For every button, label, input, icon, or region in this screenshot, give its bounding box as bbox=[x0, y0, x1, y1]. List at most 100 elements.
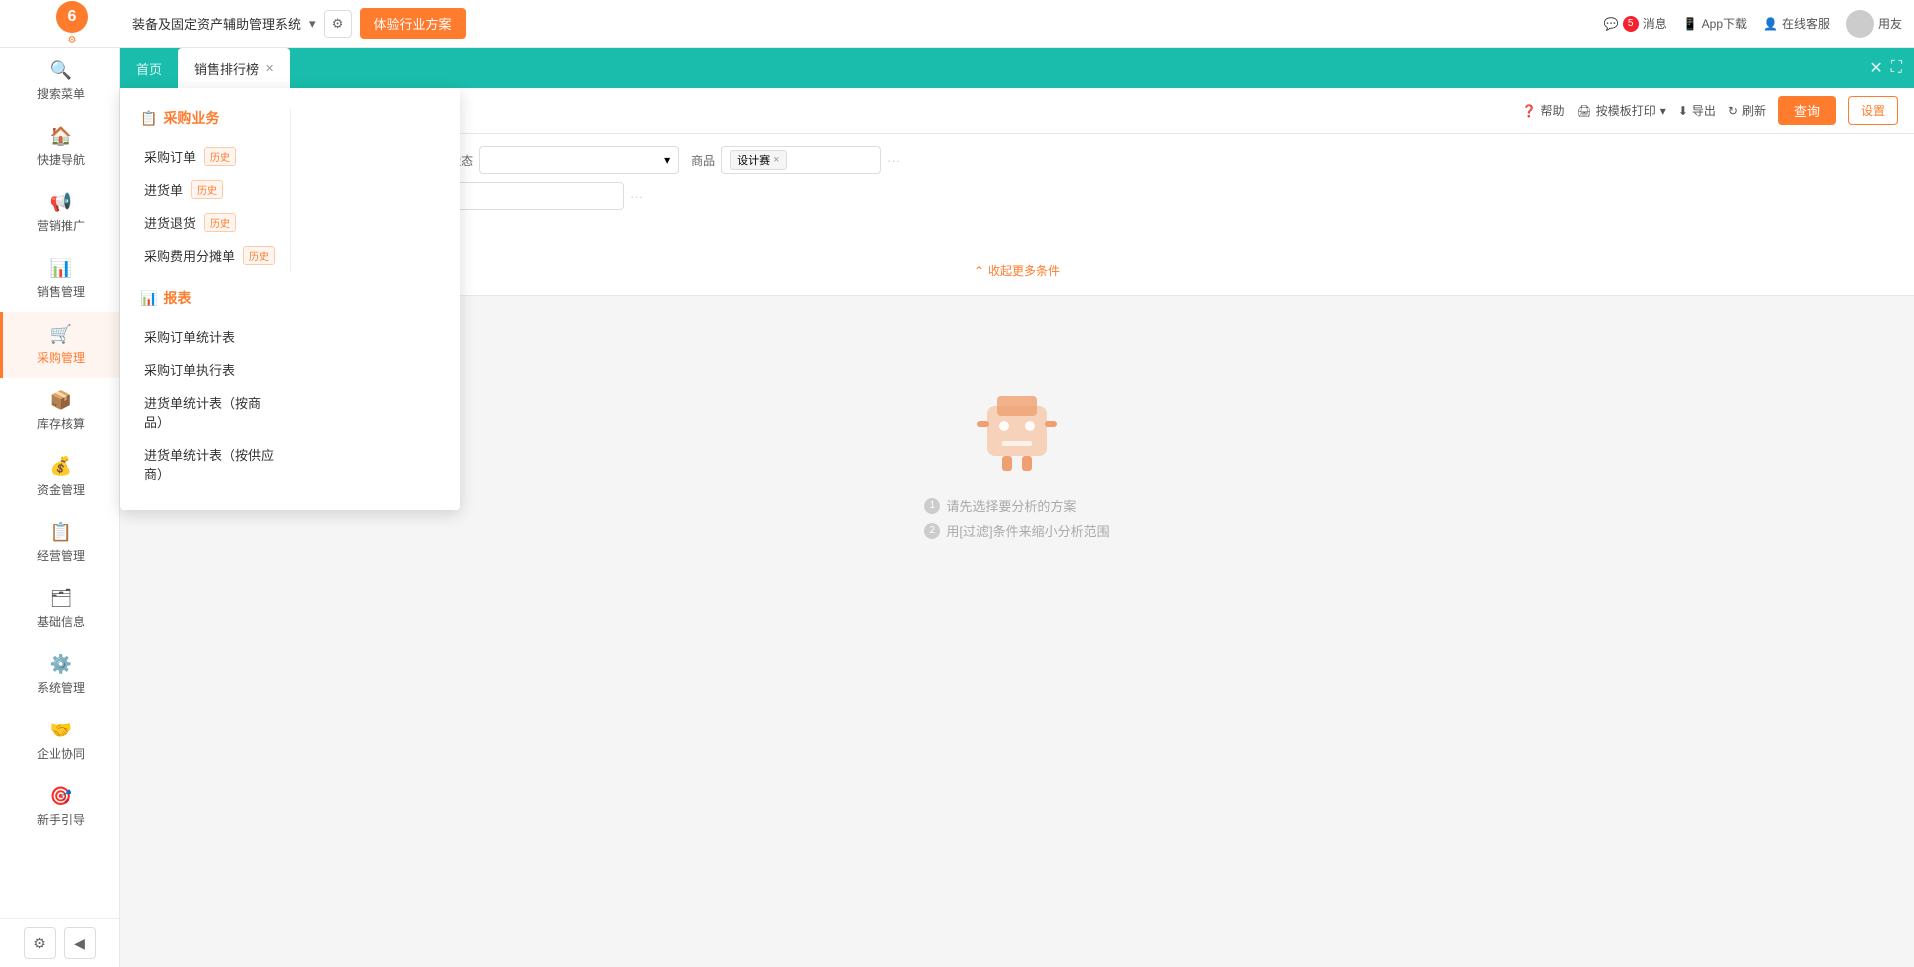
message-item[interactable]: 💬 5 消息 bbox=[1604, 15, 1667, 32]
query-button[interactable]: 查询 bbox=[1778, 96, 1836, 125]
customer-service-label: 在线客服 bbox=[1782, 15, 1830, 32]
goods-input[interactable]: 设计赛 × bbox=[721, 146, 881, 174]
sidebar-label-search: 搜索菜单 bbox=[37, 85, 85, 102]
sidebar-bottom: ⚙ ◀ bbox=[0, 918, 119, 967]
tab-bar-right: ✕ ⛶ bbox=[1869, 58, 1914, 78]
tab-bar: 首页 销售排行榜 ✕ ✕ ⛶ bbox=[120, 48, 1914, 88]
sidebar-label-system: 系统管理 bbox=[37, 679, 85, 696]
goods-tag: 设计赛 × bbox=[730, 150, 786, 170]
help-label: 帮助 bbox=[1541, 102, 1565, 119]
sidebar-item-guide[interactable]: 🎯 新手引导 bbox=[0, 774, 119, 840]
sidebar-item-quick-nav[interactable]: 🏠 快捷导航 bbox=[0, 114, 119, 180]
purchase-icon: 🛒 bbox=[50, 324, 72, 345]
document-status-dropdown-icon: ▾ bbox=[664, 153, 670, 167]
tab-bar-expand-icon[interactable]: ⛶ bbox=[1891, 59, 1902, 77]
sales-icon: 📊 bbox=[50, 258, 72, 279]
export-btn[interactable]: ⬇ 导出 bbox=[1678, 102, 1716, 119]
tab-home-label: 首页 bbox=[136, 59, 162, 78]
report-section-label: 报表 bbox=[163, 288, 191, 308]
sidebar-label-finance: 资金管理 bbox=[37, 481, 85, 498]
dropdown-item-goods-return[interactable]: 进货退货 历史 bbox=[140, 206, 282, 239]
dropdown-item-purchase-order-stats[interactable]: 采购订单统计表 bbox=[140, 320, 282, 353]
settings-button[interactable]: 设置 bbox=[1848, 96, 1898, 125]
dropdown-item-goods-receipt[interactable]: 进货单 历史 bbox=[140, 173, 282, 206]
tab-sales-ranking[interactable]: 销售排行榜 ✕ bbox=[178, 48, 290, 88]
print-label: 按模板打印 bbox=[1596, 102, 1656, 119]
purchase-order-history[interactable]: 历史 bbox=[204, 147, 236, 166]
marketing-icon: 📢 bbox=[50, 192, 72, 213]
goods-receipt-history[interactable]: 历史 bbox=[191, 180, 223, 199]
print-btn[interactable]: 🖨 按模板打印 ▾ bbox=[1577, 102, 1666, 119]
sidebar-item-enterprise[interactable]: 🤝 企业协同 bbox=[0, 708, 119, 774]
document-status-select[interactable]: ▾ bbox=[479, 146, 679, 174]
user-item[interactable]: 用友 bbox=[1846, 10, 1902, 38]
dropdown-item-purchase-order[interactable]: 采购订单 历史 bbox=[140, 140, 282, 173]
dropdown-item-goods-by-product[interactable]: 进货单统计表（按商品） bbox=[140, 386, 282, 438]
dropdown-item-goods-by-supplier[interactable]: 进货单统计表（按供应商） bbox=[140, 438, 282, 490]
dropdown-item-purchase-order-exec[interactable]: 采购订单执行表 bbox=[140, 353, 282, 386]
purchase-section-title: 📋 采购业务 bbox=[140, 108, 282, 128]
goods-more-dots[interactable]: ··· bbox=[887, 153, 900, 168]
trial-button[interactable]: 体验行业方案 bbox=[360, 8, 466, 39]
empty-step-1: 1 请先选择要分析的方案 bbox=[924, 496, 1109, 515]
home-icon: 🏠 bbox=[50, 126, 72, 147]
sidebar-label-marketing: 营销推广 bbox=[37, 217, 85, 234]
tab-home[interactable]: 首页 bbox=[120, 48, 178, 88]
sidebar-item-operations[interactable]: 📋 经营管理 bbox=[0, 510, 119, 576]
sidebar-item-system[interactable]: ⚙️ 系统管理 bbox=[0, 642, 119, 708]
header-dropdown-icon[interactable]: ▾ bbox=[309, 16, 316, 32]
app-download-label: App下载 bbox=[1702, 15, 1747, 32]
goods-return-history[interactable]: 历史 bbox=[204, 213, 236, 232]
sidebar-label-enterprise: 企业协同 bbox=[37, 745, 85, 762]
purchase-expense-label: 采购费用分摊单 bbox=[144, 246, 235, 265]
help-icon: ❓ bbox=[1522, 104, 1537, 118]
sidebar-item-finance[interactable]: 💰 资金管理 bbox=[0, 444, 119, 510]
sidebar: 🔍 搜索菜单 🏠 快捷导航 📢 营销推广 📊 销售管理 🛒 采购管理 📦 库存核… bbox=[0, 48, 120, 967]
sidebar-item-purchase[interactable]: 🛒 采购管理 bbox=[0, 312, 119, 378]
section-divider bbox=[290, 108, 291, 272]
sidebar-collapse-btn[interactable]: ◀ bbox=[64, 927, 96, 959]
avatar bbox=[1846, 10, 1874, 38]
tab-sales-ranking-label: 销售排行榜 bbox=[194, 59, 259, 78]
sidebar-item-sales[interactable]: 📊 销售管理 bbox=[0, 246, 119, 312]
collapse-button[interactable]: ⌃ 收起更多条件 bbox=[974, 258, 1060, 283]
header-settings-icon[interactable]: ⚙ bbox=[324, 10, 352, 38]
sidebar-settings-btn[interactable]: ⚙ bbox=[24, 927, 56, 959]
top-header: 6 ⚙ 装备及固定资产辅助管理系统 ▾ ⚙ 体验行业方案 💬 5 消息 📱 Ap… bbox=[0, 0, 1914, 48]
app-download-item[interactable]: 📱 App下载 bbox=[1683, 15, 1747, 32]
salesperson-input[interactable] bbox=[444, 182, 624, 210]
sidebar-item-basic-info[interactable]: 🗂 基础信息 bbox=[0, 576, 119, 642]
username-label: 用友 bbox=[1878, 15, 1902, 32]
logo-area: 6 ⚙ bbox=[12, 1, 132, 46]
help-btn[interactable]: ❓ 帮助 bbox=[1522, 102, 1565, 119]
salesperson-more-dots[interactable]: ··· bbox=[630, 189, 643, 204]
inventory-icon: 📦 bbox=[50, 390, 72, 411]
purchase-order-exec-label: 采购订单执行表 bbox=[144, 360, 235, 379]
step-2-number: 2 bbox=[924, 523, 940, 539]
sidebar-label-purchase: 采购管理 bbox=[37, 349, 85, 366]
dropdown-item-purchase-expense[interactable]: 采购费用分摊单 历史 bbox=[140, 239, 282, 272]
goods-tag-close[interactable]: × bbox=[773, 154, 779, 166]
sidebar-label-sales: 销售管理 bbox=[37, 283, 85, 300]
tab-bar-close-icon[interactable]: ✕ bbox=[1869, 58, 1882, 78]
sidebar-item-inventory[interactable]: 📦 库存核算 bbox=[0, 378, 119, 444]
guide-icon: 🎯 bbox=[50, 786, 72, 807]
refresh-icon: ↻ bbox=[1728, 104, 1738, 118]
sidebar-item-search[interactable]: 🔍 搜索菜单 bbox=[0, 48, 119, 114]
tab-close-icon[interactable]: ✕ bbox=[265, 62, 274, 75]
logo-icon: 6 bbox=[56, 1, 88, 33]
service-icon: 👤 bbox=[1763, 17, 1778, 31]
purchase-expense-history[interactable]: 历史 bbox=[243, 246, 275, 265]
customer-service-item[interactable]: 👤 在线客服 bbox=[1763, 15, 1830, 32]
step-2-text: 用[过滤]条件来缩小分析范围 bbox=[946, 521, 1109, 540]
print-icon: 🖨 bbox=[1577, 104, 1592, 118]
purchase-section: 📋 采购业务 采购订单 历史 进货单 历史 进货退货 历史 采购费用分摊单 历史 bbox=[132, 100, 290, 280]
sidebar-item-marketing[interactable]: 📢 营销推广 bbox=[0, 180, 119, 246]
refresh-label: 刷新 bbox=[1742, 102, 1766, 119]
purchase-order-label: 采购订单 bbox=[144, 147, 196, 166]
filter-document-status: 单据状态 ▾ bbox=[425, 146, 679, 174]
sidebar-label-quick-nav: 快捷导航 bbox=[37, 151, 85, 168]
collapse-label: 收起更多条件 bbox=[988, 262, 1060, 279]
report-section-title: 📊 报表 bbox=[140, 288, 282, 308]
refresh-btn[interactable]: ↻ 刷新 bbox=[1728, 102, 1766, 119]
